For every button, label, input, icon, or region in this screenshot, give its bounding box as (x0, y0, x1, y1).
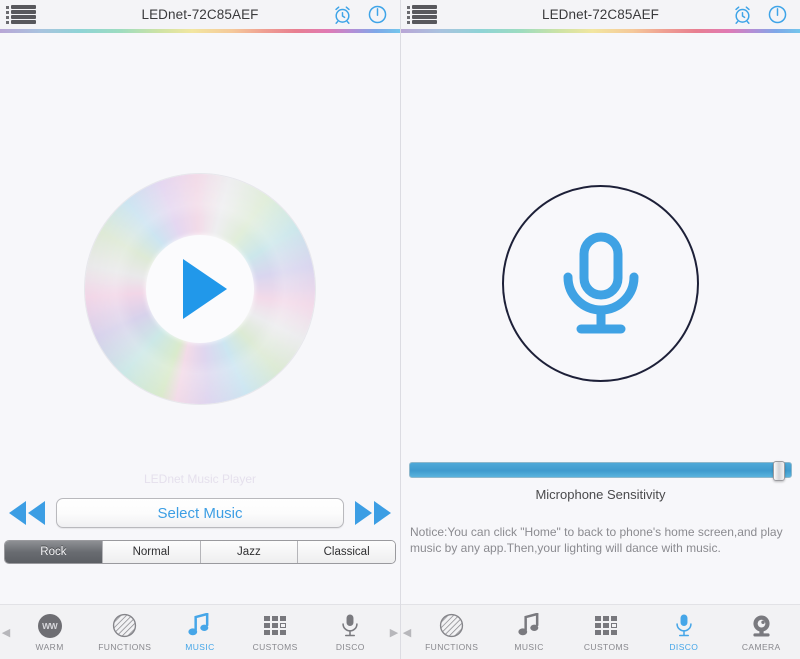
right-tabbar: ◀ FUNCTIONS MUSIC CUSTOMS DISCO CAMERA (401, 604, 800, 659)
select-music-row: Select Music (0, 498, 400, 528)
play-button[interactable] (146, 234, 254, 343)
right-body: Microphone Sensitivity Notice:You can cl… (401, 33, 800, 604)
slider-track[interactable] (409, 461, 792, 481)
left-panel-music-screen: LEDnet-72C85AEF LEDnet Music Player Sele… (0, 0, 400, 659)
customs-grid-icon (264, 613, 287, 639)
cd-disc-icon[interactable] (85, 173, 315, 404)
left-body: LEDnet Music Player Select Music Rock No… (0, 33, 400, 604)
power-icon[interactable] (367, 4, 388, 25)
dual-screenshot: LEDnet-72C85AEF LEDnet Music Player Sele… (0, 0, 800, 659)
tab-camera-label: CAMERA (741, 641, 781, 652)
genre-tab-jazz[interactable]: Jazz (200, 541, 299, 563)
select-music-button[interactable]: Select Music (56, 498, 344, 528)
tab-camera[interactable]: CAMERA (726, 613, 796, 652)
player-faint-label: LEDnet Music Player (143, 472, 257, 486)
slider-thumb[interactable] (773, 461, 786, 481)
tab-disco[interactable]: DISCO (649, 613, 719, 652)
play-icon (183, 258, 227, 319)
genre-segmented-control[interactable]: Rock Normal Jazz Classical (4, 540, 396, 564)
list-menu-icon[interactable] (6, 4, 36, 26)
tab-functions-label: FUNCTIONS (98, 641, 152, 652)
power-icon[interactable] (767, 4, 788, 25)
mic-sensitivity-slider[interactable]: Microphone Sensitivity (409, 461, 792, 502)
rewind-icon[interactable] (6, 498, 48, 528)
microphone-icon (339, 613, 361, 639)
tab-functions[interactable]: FUNCTIONS (417, 613, 487, 652)
microphone-icon (563, 232, 638, 333)
tab-customs-label: CUSTOMS (583, 641, 630, 652)
tab-disco-label: DISCO (335, 641, 365, 652)
genre-tab-normal[interactable]: Normal (102, 541, 201, 563)
genre-tab-rock[interactable]: Rock (5, 541, 103, 563)
tab-functions-label: FUNCTIONS (425, 641, 479, 652)
tab-customs[interactable]: CUSTOMS (571, 613, 641, 652)
tab-disco-label: DISCO (669, 641, 699, 652)
notice-text: Notice:You can click "Home" to back to p… (410, 525, 783, 555)
alarm-clock-icon[interactable] (732, 4, 753, 25)
functions-hatched-circle-icon (112, 613, 137, 639)
tab-customs[interactable]: CUSTOMS (240, 613, 310, 652)
microphone-button[interactable] (502, 185, 699, 382)
right-header: LEDnet-72C85AEF (401, 0, 800, 29)
tab-music-label: MUSIC (514, 641, 544, 652)
music-note-icon (188, 613, 211, 639)
genre-tab-classical[interactable]: Classical (298, 541, 395, 563)
functions-hatched-circle-icon (439, 613, 464, 639)
tab-warm-label: WARM (35, 641, 64, 652)
list-menu-icon[interactable] (407, 4, 437, 26)
tab-music[interactable]: MUSIC (165, 613, 235, 652)
right-panel-disco-screen: LEDnet-72C85AEF Microphone Sensitivity N… (400, 0, 800, 659)
customs-grid-icon (595, 613, 618, 639)
tab-disco[interactable]: DISCO (315, 613, 385, 652)
alarm-clock-icon[interactable] (332, 4, 353, 25)
music-note-icon (517, 613, 541, 639)
tabbar-scroll-left-icon[interactable]: ◀ (0, 626, 12, 639)
slider-label: Microphone Sensitivity (535, 487, 666, 502)
left-header: LEDnet-72C85AEF (0, 0, 400, 29)
left-tabbar: ◀ WW WARM FUNCTIONS MUSIC CUSTOMS DISCO … (0, 604, 400, 659)
tab-warm[interactable]: WW WARM (15, 613, 85, 652)
tabbar-scroll-left-icon[interactable]: ◀ (401, 626, 413, 639)
right-header-actions (732, 4, 788, 25)
left-header-actions (332, 4, 388, 25)
tab-music-label: MUSIC (185, 641, 215, 652)
tabbar-scroll-right-icon[interactable]: ▶ (388, 626, 400, 639)
warm-bulb-icon: WW (37, 613, 62, 639)
microphone-icon (673, 613, 695, 639)
tab-functions[interactable]: FUNCTIONS (90, 613, 160, 652)
fast-forward-icon[interactable] (352, 498, 394, 528)
mic-visual-area (401, 33, 800, 604)
camera-icon (749, 613, 774, 639)
tab-music[interactable]: MUSIC (494, 613, 564, 652)
tab-customs-label: CUSTOMS (252, 641, 298, 652)
